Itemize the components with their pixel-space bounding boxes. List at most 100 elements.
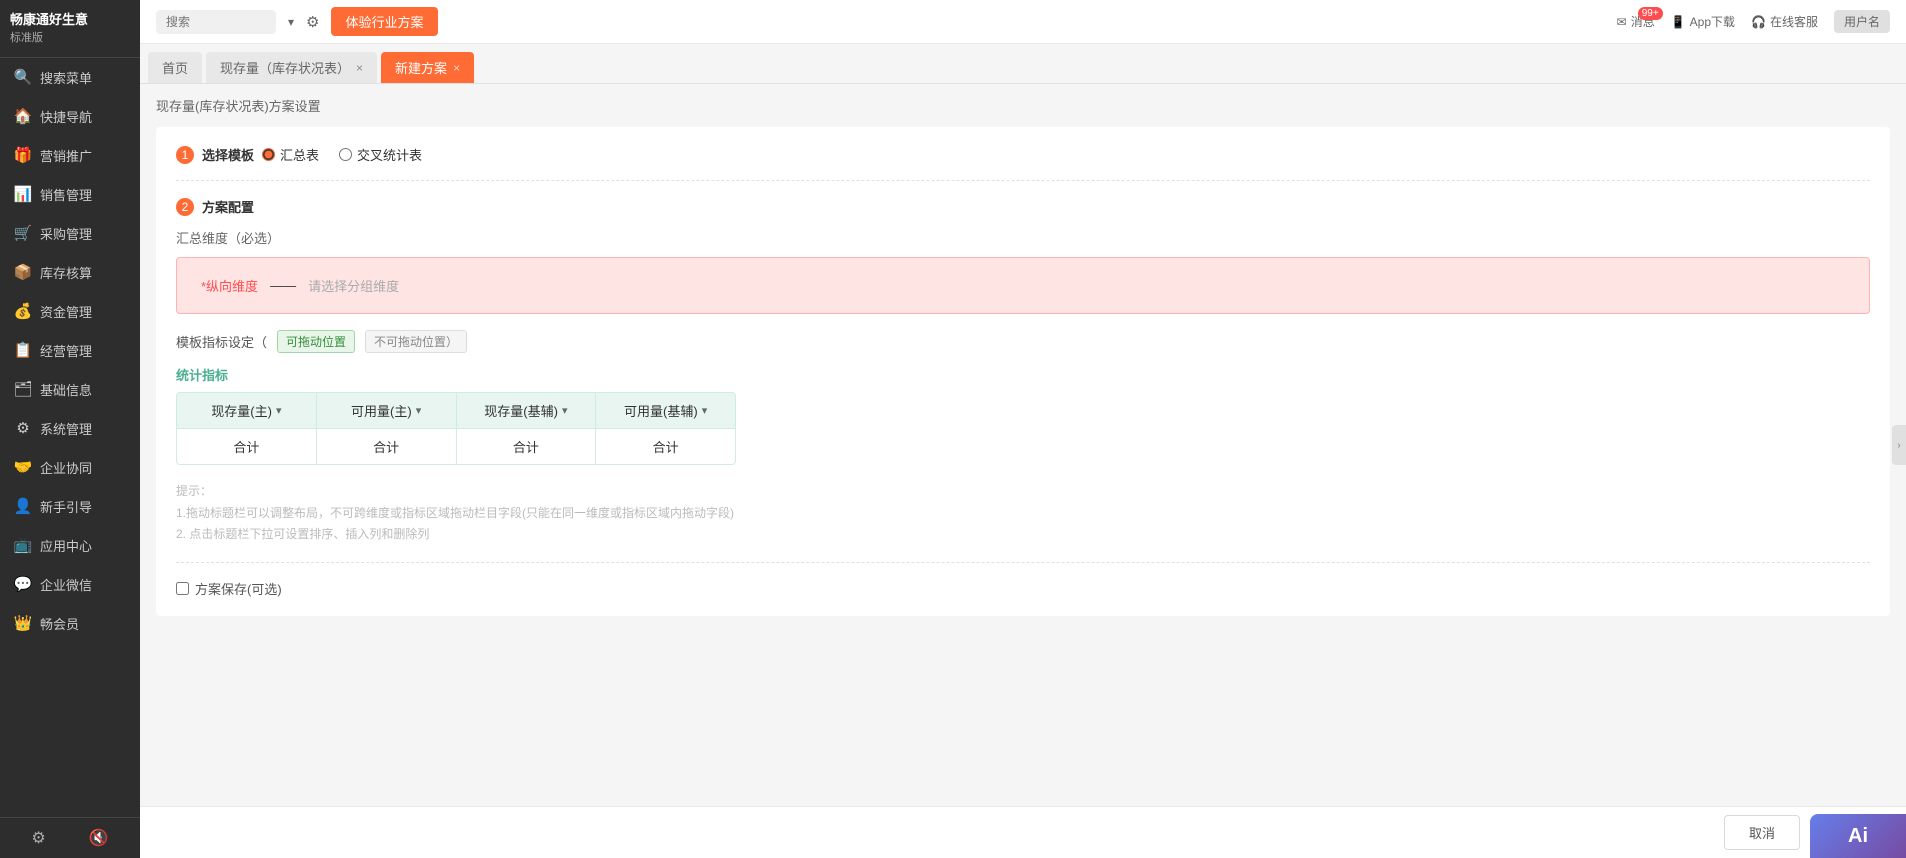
cancel-button[interactable]: 取消 <box>1724 815 1800 850</box>
sidebar-item-app-center[interactable]: 📺 应用中心 <box>0 526 140 565</box>
sidebar-item-operation[interactable]: 📋 经营管理 <box>0 331 140 370</box>
tab-inventory-status[interactable]: 现存量（库存状况表）× <box>206 52 377 83</box>
sidebar-item-marketing[interactable]: 🎁 营销推广 <box>0 136 140 175</box>
page-title: 现存量(库存状况表)方案设置 <box>156 96 1890 115</box>
sidebar-icon-wechat: 💬 <box>14 575 32 593</box>
app-download-label: App下载 <box>1690 13 1735 30</box>
stats-table-header: 现存量(主)▾可用量(主)▾现存量(基辅)▾可用量(基辅)▾ <box>177 393 735 428</box>
tab-close-new-scheme[interactable]: × <box>453 61 460 75</box>
table-row: 合计合计合计合计 <box>177 428 735 464</box>
settings-icon[interactable]: ⚙ <box>31 828 45 848</box>
tabs-bar: 首页现存量（库存状况表）× 新建方案 × <box>140 44 1906 84</box>
trial-button[interactable]: 体验行业方案 <box>331 7 437 36</box>
user-avatar[interactable]: 用户名 <box>1834 10 1890 33</box>
panel-collapse-button[interactable]: › <box>1892 425 1906 465</box>
online-service-button[interactable]: 🎧 在线客服 <box>1751 13 1818 30</box>
sidebar-logo: 畅康通好生意 标准版 <box>0 0 140 58</box>
stats-table-header-cell[interactable]: 现存量(基辅)▾ <box>457 393 597 428</box>
indicator-settings-label: 模板指标设定（ <box>176 332 267 351</box>
sidebar-item-contract[interactable]: 🤝 企业协同 <box>0 448 140 487</box>
step2-badge: 2 <box>176 198 194 216</box>
step1-section: 1 选择模板 汇总表 交叉统计表 <box>176 145 1870 164</box>
search-input[interactable] <box>156 10 276 34</box>
sidebar-label-finance: 资金管理 <box>40 302 92 321</box>
chevron-down-icon[interactable]: ▾ <box>562 404 568 417</box>
summary-table-option[interactable]: 汇总表 <box>262 145 319 164</box>
stats-table-header-cell[interactable]: 可用量(主)▾ <box>317 393 457 428</box>
sidebar-footer: ⚙ 🔇 <box>0 817 140 858</box>
stats-section: 统计指标 现存量(主)▾可用量(主)▾现存量(基辅)▾可用量(基辅)▾ 合计合计… <box>176 365 1870 465</box>
table-cell: 合计 <box>457 429 597 464</box>
step1-title: 选择模板 <box>202 145 254 164</box>
table-cell: 合计 <box>317 429 457 464</box>
sidebar-item-purchase[interactable]: 🛒 采购管理 <box>0 214 140 253</box>
stats-table-header-cell[interactable]: 现存量(主)▾ <box>177 393 317 428</box>
main-area: ▾ ⚙ 体验行业方案 ✉ 消息 99+ 📱 App下载 🎧 在线客服 用户名 首… <box>140 0 1906 858</box>
summary-table-label: 汇总表 <box>280 145 319 164</box>
ai-button[interactable]: Ai <box>1810 814 1906 858</box>
sidebar-label-basic-info: 基础信息 <box>40 380 92 399</box>
sidebar-item-system[interactable]: ⚙ 系统管理 <box>0 409 140 448</box>
sidebar-label-marketing: 营销推广 <box>40 146 92 165</box>
sidebar-icon-inventory: 📦 <box>14 263 32 281</box>
indicator-settings-row: 模板指标设定（ 可拖动位置 不可拖动位置） <box>176 330 1870 353</box>
sidebar-label-quick-nav: 快捷导航 <box>40 107 92 126</box>
sound-icon[interactable]: 🔇 <box>89 828 109 848</box>
step1-badge: 1 <box>176 146 194 164</box>
topbar-gear-button[interactable]: ⚙ <box>306 13 319 31</box>
sidebar-item-search-menu[interactable]: 🔍 搜索菜单 <box>0 58 140 97</box>
app-download-button[interactable]: 📱 App下载 <box>1671 13 1735 30</box>
sidebar: 畅康通好生意 标准版 🔍 搜索菜单 🏠 快捷导航 🎁 营销推广 📊 销售管理 🛒… <box>0 0 140 858</box>
sidebar-label-newbie: 新手引导 <box>40 497 92 516</box>
chevron-down-icon[interactable]: ▾ <box>416 404 422 417</box>
sidebar-item-inventory[interactable]: 📦 库存核算 <box>0 253 140 292</box>
tab-home[interactable]: 首页 <box>148 52 202 83</box>
sidebar-icon-contract: 🤝 <box>14 458 32 476</box>
dimension-label: 汇总维度（必选） <box>176 228 1870 247</box>
sidebar-icon-purchase: 🛒 <box>14 224 32 242</box>
tips-title: 提示： <box>176 484 212 498</box>
online-service-label: 在线客服 <box>1770 13 1818 30</box>
step2-section: 2 方案配置 汇总维度（必选） *纵向维度 —— 请选择分组维度 模板指标设定（… <box>176 197 1870 546</box>
sidebar-item-newbie[interactable]: 👤 新手引导 <box>0 487 140 526</box>
stats-table-header-cell[interactable]: 可用量(基辅)▾ <box>596 393 735 428</box>
dimension-box[interactable]: *纵向维度 —— 请选择分组维度 <box>176 257 1870 314</box>
table-cell: 合计 <box>177 429 317 464</box>
sidebar-icon-operation: 📋 <box>14 341 32 359</box>
message-button[interactable]: ✉ 消息 99+ <box>1617 13 1655 30</box>
sidebar-icon-app-center: 📺 <box>14 536 32 554</box>
message-badge: 99+ <box>1638 7 1663 20</box>
message-icon: ✉ <box>1617 15 1627 29</box>
tab-close-inventory-status[interactable]: × <box>356 61 363 75</box>
topbar: ▾ ⚙ 体验行业方案 ✉ 消息 99+ 📱 App下载 🎧 在线客服 用户名 <box>140 0 1906 44</box>
save-checkbox[interactable] <box>176 582 189 595</box>
sidebar-item-wechat[interactable]: 💬 企业微信 <box>0 565 140 604</box>
divider-1 <box>176 180 1870 181</box>
sidebar-icon-basic-info: 🗂 <box>14 380 32 398</box>
cross-table-option[interactable]: 交叉统计表 <box>339 145 422 164</box>
step2-header: 2 方案配置 <box>176 197 1870 216</box>
sidebar-item-sales[interactable]: 📊 销售管理 <box>0 175 140 214</box>
sidebar-item-quick-nav[interactable]: 🏠 快捷导航 <box>0 97 140 136</box>
sidebar-item-basic-info[interactable]: 🗂 基础信息 <box>0 370 140 409</box>
tab-new-scheme[interactable]: 新建方案 × <box>381 52 474 83</box>
tips-section: 提示： 1.拖动标题栏可以调整布局，不可跨维度或指标区域拖动栏目字段(只能在同一… <box>176 481 1870 546</box>
step2-title: 方案配置 <box>202 197 254 216</box>
sidebar-icon-finance: 💰 <box>14 302 32 320</box>
sidebar-label-membership: 畅会员 <box>40 614 79 633</box>
tips-items: 1.拖动标题栏可以调整布局，不可跨维度或指标区域拖动栏目字段(只能在同一维度或指… <box>176 503 1870 546</box>
topbar-dropdown-button[interactable]: ▾ <box>288 15 294 29</box>
sidebar-icon-sales: 📊 <box>14 185 32 203</box>
sidebar-label-system: 系统管理 <box>40 419 92 438</box>
sidebar-item-membership[interactable]: 👑 畅会员 <box>0 604 140 643</box>
tips-item: 1.拖动标题栏可以调整布局，不可跨维度或指标区域拖动栏目字段(只能在同一维度或指… <box>176 503 1870 525</box>
main-panel: 1 选择模板 汇总表 交叉统计表 <box>156 127 1890 616</box>
tab-label-new-scheme: 新建方案 <box>395 58 447 77</box>
sidebar-scroll: 🔍 搜索菜单 🏠 快捷导航 🎁 营销推广 📊 销售管理 🛒 采购管理 📦 库存核… <box>0 58 140 817</box>
chevron-down-icon[interactable]: ▾ <box>702 404 708 417</box>
chevron-down-icon[interactable]: ▾ <box>276 404 282 417</box>
sidebar-label-purchase: 采购管理 <box>40 224 92 243</box>
sidebar-item-finance[interactable]: 💰 资金管理 <box>0 292 140 331</box>
stats-header: 统计指标 <box>176 365 1870 384</box>
stats-table: 现存量(主)▾可用量(主)▾现存量(基辅)▾可用量(基辅)▾ 合计合计合计合计 <box>176 392 736 465</box>
